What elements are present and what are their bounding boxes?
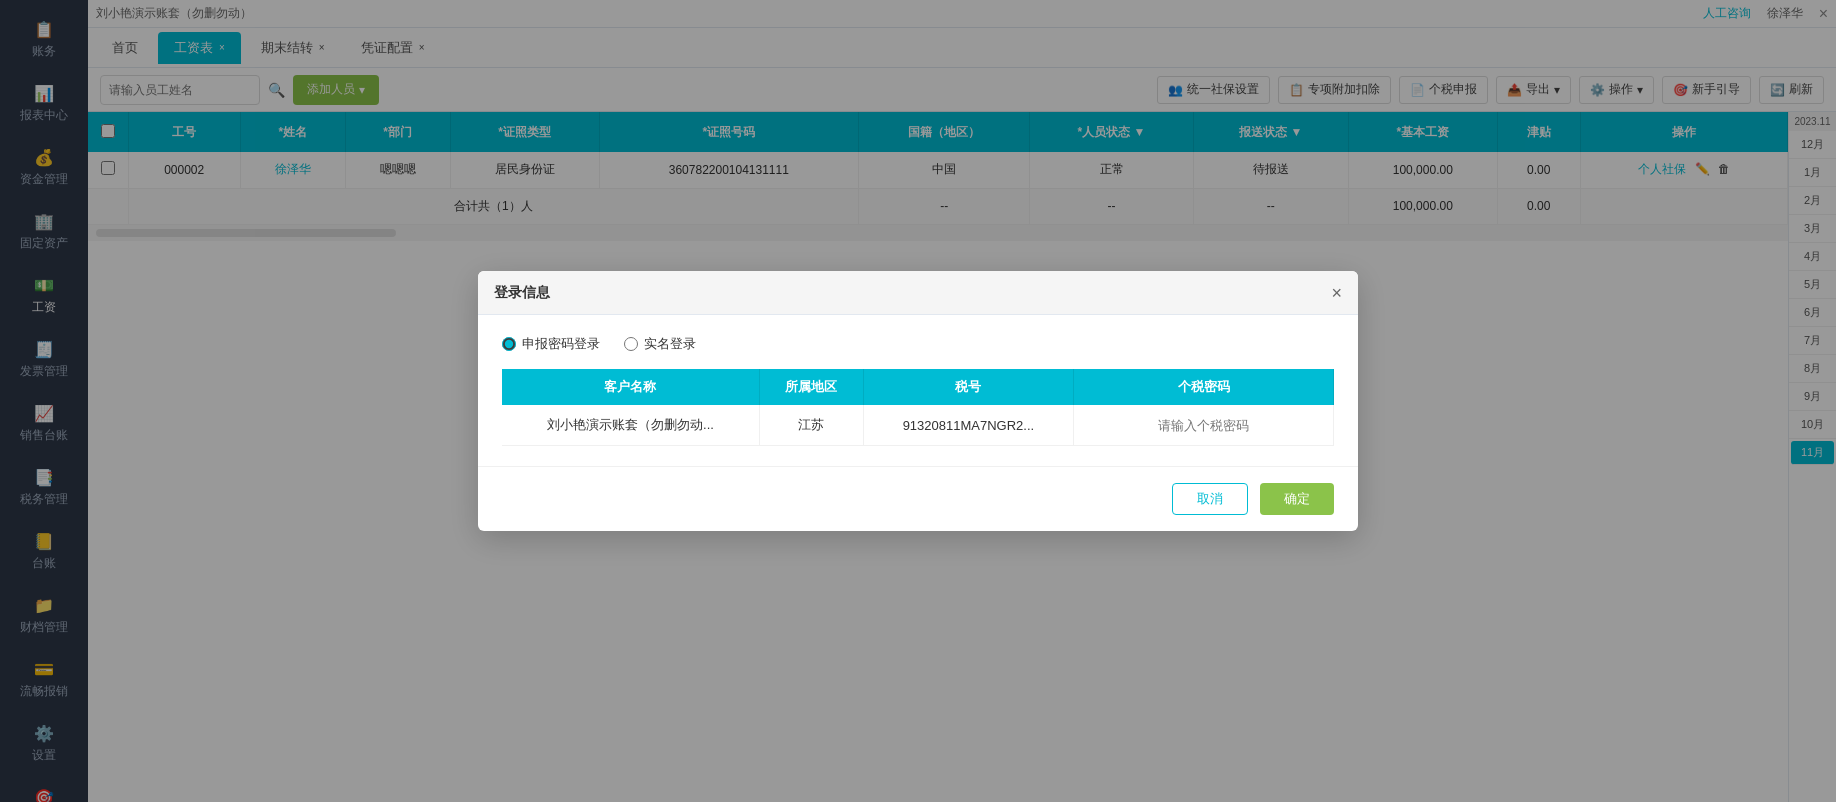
- cell-client-name: 刘小艳演示账套（勿删勿动...: [502, 405, 759, 445]
- dialog-header: 登录信息 ×: [478, 271, 1358, 315]
- login-table: 客户名称 所属地区 税号 个税密码 刘小艳演示账套（勿删勿动... 江苏 913…: [502, 369, 1334, 446]
- cell-region: 江苏: [759, 405, 863, 445]
- dialog-overlay: 登录信息 × 申报密码登录 实名登录 客户名称 所属地区: [0, 0, 1836, 802]
- login-type-group: 申报密码登录 实名登录: [502, 335, 1334, 353]
- dialog-table-row: 刘小艳演示账套（勿删勿动... 江苏 91320811MA7NGR2...: [502, 405, 1334, 445]
- radio-realname-login[interactable]: 实名登录: [624, 335, 696, 353]
- cell-tax-no: 91320811MA7NGR2...: [863, 405, 1074, 445]
- cell-password[interactable]: [1074, 405, 1334, 445]
- col-tax-no: 税号: [863, 369, 1074, 405]
- col-client-name: 客户名称: [502, 369, 759, 405]
- tax-password-input[interactable]: [1086, 418, 1321, 433]
- dialog-footer: 取消 确定: [478, 466, 1358, 531]
- radio-password-login[interactable]: 申报密码登录: [502, 335, 600, 353]
- login-dialog: 登录信息 × 申报密码登录 实名登录 客户名称 所属地区: [478, 271, 1358, 531]
- dialog-body: 申报密码登录 实名登录 客户名称 所属地区 税号 个税密码: [478, 315, 1358, 466]
- col-region: 所属地区: [759, 369, 863, 405]
- dialog-title: 登录信息: [494, 284, 550, 302]
- dialog-close-button[interactable]: ×: [1331, 284, 1342, 302]
- col-tax-password: 个税密码: [1074, 369, 1334, 405]
- confirm-button[interactable]: 确定: [1260, 483, 1334, 515]
- cancel-button[interactable]: 取消: [1172, 483, 1248, 515]
